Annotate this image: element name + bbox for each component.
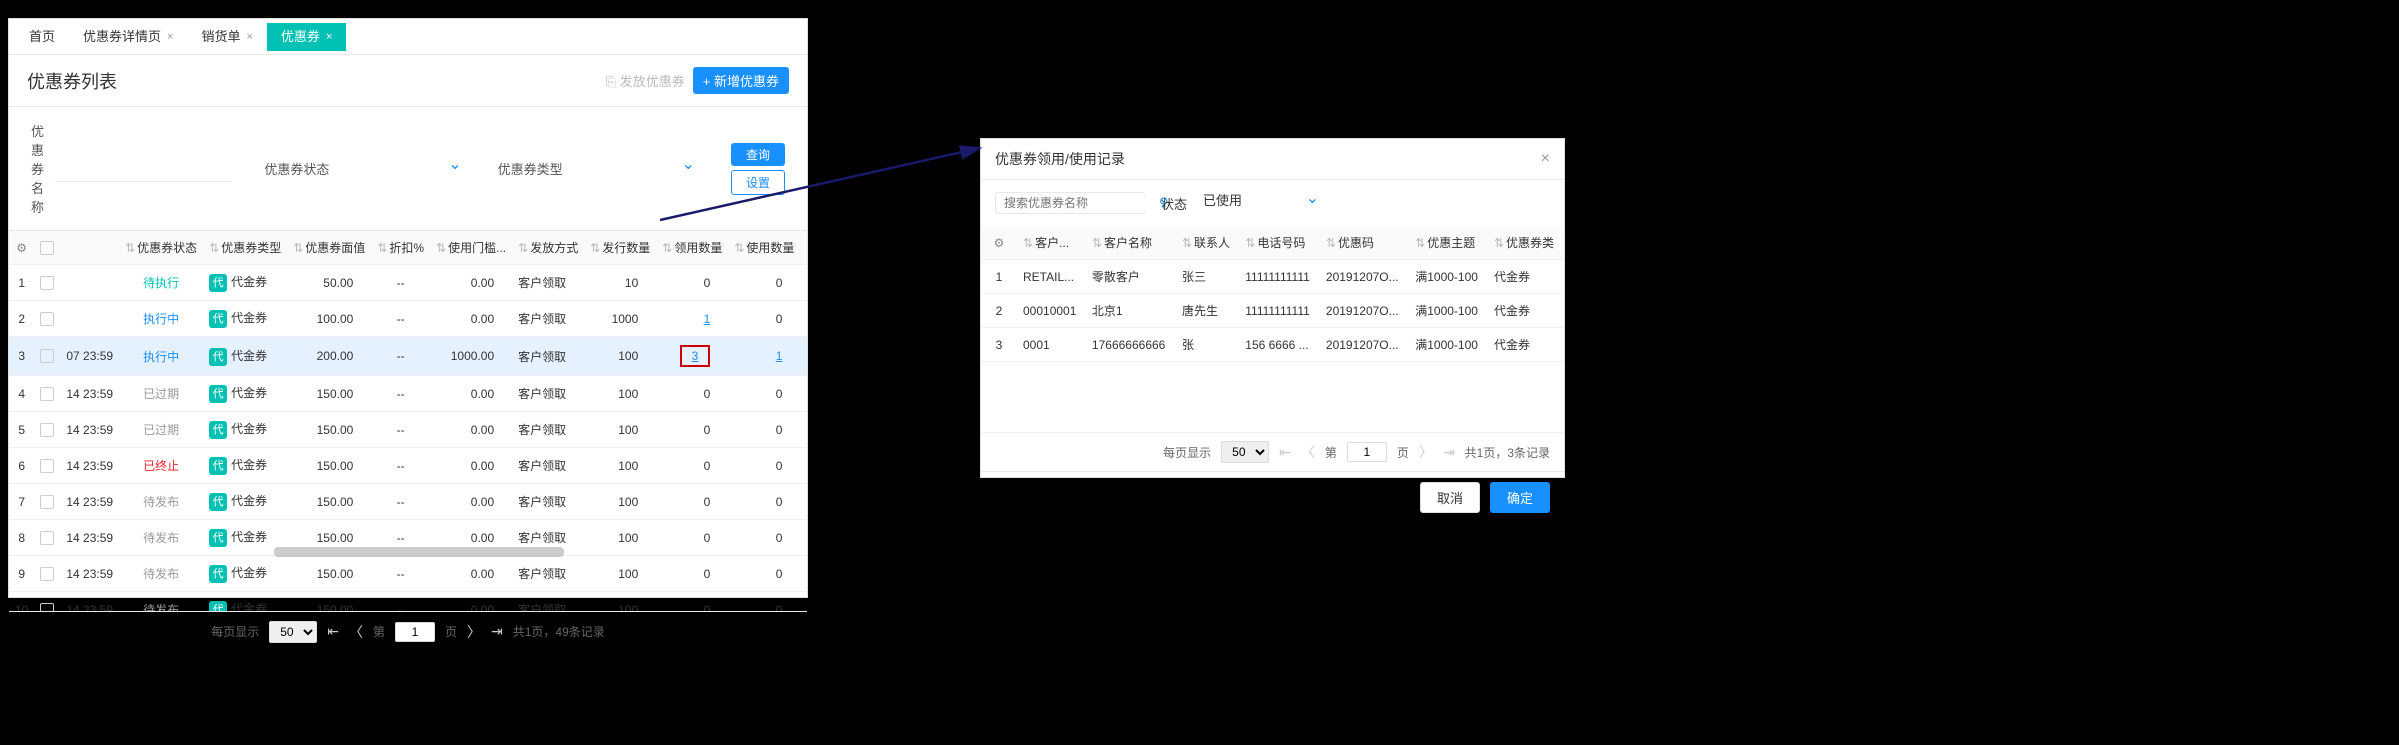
page-input[interactable] xyxy=(395,622,435,642)
dialog-title: 优惠券领用/使用记录 xyxy=(995,149,1125,169)
gear-icon[interactable]: ⚙ xyxy=(9,231,34,265)
claimed-link[interactable]: 3 xyxy=(692,349,699,363)
dlg-total: 共1页，3条记录 xyxy=(1465,444,1550,461)
dlg-last-button[interactable]: ⇥ xyxy=(1443,444,1455,461)
close-icon[interactable]: × xyxy=(326,23,332,51)
dlg-first-button[interactable]: ⇤ xyxy=(1279,444,1291,461)
dlg-status-label: 状态 xyxy=(1161,194,1187,213)
table-row[interactable]: 1待执行代代金券50.00--0.00客户领取1000⎋▦ xyxy=(9,265,807,301)
dlg-column-header[interactable]: ⇅客户名称 xyxy=(1086,226,1176,260)
page-title: 优惠券列表 xyxy=(27,68,117,94)
dlg-row[interactable]: 3000117666666666张156 6666 ...20191207O..… xyxy=(981,328,1564,362)
usage-record-dialog: 优惠券领用/使用记录 × ⚲ 状态 已使用 ⚙⇅客户...⇅客户名称⇅联系人⇅电… xyxy=(980,138,1565,478)
dlg-status-select[interactable]: 已使用 xyxy=(1203,190,1323,216)
column-header[interactable]: ⇅优惠券面值 xyxy=(287,231,371,265)
horizontal-scrollbar[interactable] xyxy=(274,547,564,557)
pagination: 每页显示 50 ⇤ 〈 第 页 〉 ⇥ 共1页，49条记录 xyxy=(9,611,807,651)
column-header[interactable]: ⇅操作 xyxy=(800,231,807,265)
filter-type-label: 优惠券类型 xyxy=(498,159,563,178)
filter-bar: 优惠券名称 优惠券状态 优惠券类型 查询 设置 xyxy=(9,107,807,231)
type-select[interactable] xyxy=(573,156,699,182)
table-row[interactable]: 914 23:59待发布代代金券150.00--0.00客户领取10000⎋▦ xyxy=(9,556,807,592)
column-header[interactable]: ⇅优惠券类型 xyxy=(203,231,287,265)
row-checkbox[interactable] xyxy=(40,387,54,401)
row-checkbox[interactable] xyxy=(40,423,54,437)
claimed-link[interactable]: 1 xyxy=(704,312,711,326)
per-page-label: 每页显示 xyxy=(211,623,259,640)
dlg-column-header[interactable]: ⇅优惠券类 xyxy=(1488,226,1564,260)
dlg-row[interactable]: 200010001北京1唐先生1111111111120191207O...满1… xyxy=(981,294,1564,328)
title-bar: 优惠券列表 ⎘ 发放优惠券 + 新增优惠券 xyxy=(9,55,807,107)
tab-sales[interactable]: 销货单× xyxy=(187,23,266,51)
next-page-button[interactable]: 〉 xyxy=(467,622,481,642)
dlg-prev-button[interactable]: 〈 xyxy=(1301,442,1315,462)
row-checkbox[interactable] xyxy=(40,603,54,611)
dlg-page-input[interactable] xyxy=(1347,442,1387,462)
table-row[interactable]: 514 23:59已过期代代金券150.00--0.00客户领取10000⎋▦ xyxy=(9,412,807,448)
tab-bar: 首页 优惠券详情页× 销货单× 优惠券× xyxy=(9,19,807,55)
first-page-button[interactable]: ⇤ xyxy=(327,623,339,640)
dlg-row[interactable]: 1RETAIL...零散客户张三1111111111120191207O...满… xyxy=(981,260,1564,294)
status-select[interactable] xyxy=(339,156,465,182)
coupon-name-input[interactable] xyxy=(55,156,232,182)
dlg-per-select[interactable]: 50 xyxy=(1221,441,1269,463)
close-icon[interactable]: × xyxy=(1541,150,1550,168)
row-checkbox[interactable] xyxy=(40,312,54,326)
row-checkbox[interactable] xyxy=(40,349,54,363)
column-header[interactable]: ⇅使用数量 xyxy=(728,231,800,265)
dialog-pagination: 每页显示 50 ⇤ 〈 第 页 〉 ⇥ 共1页，3条记录 xyxy=(981,432,1564,471)
dlg-column-header[interactable]: ⇅电话号码 xyxy=(1239,226,1320,260)
last-page-button[interactable]: ⇥ xyxy=(491,623,503,640)
tab-detail[interactable]: 优惠券详情页× xyxy=(69,23,187,51)
tab-home[interactable]: 首页 xyxy=(15,23,69,51)
dlg-column-header[interactable]: ⇅优惠主题 xyxy=(1409,226,1488,260)
row-checkbox[interactable] xyxy=(40,567,54,581)
dlg-next-button[interactable]: 〉 xyxy=(1419,442,1433,462)
table-row[interactable]: 2执行中代代金券100.00--0.00客户领取100010⎋▦ xyxy=(9,301,807,337)
column-header[interactable]: ⇅折扣% xyxy=(371,231,430,265)
close-icon[interactable]: × xyxy=(167,23,173,51)
tab-coupon[interactable]: 优惠券× xyxy=(267,23,346,51)
close-icon[interactable]: × xyxy=(246,23,252,51)
gear-icon[interactable]: ⚙ xyxy=(981,226,1017,260)
page-total: 共1页，49条记录 xyxy=(513,623,605,640)
cancel-button[interactable]: 取消 xyxy=(1420,482,1480,513)
used-link[interactable]: 1 xyxy=(776,349,783,363)
column-header[interactable]: ⇅使用门槛... xyxy=(430,231,512,265)
issue-coupon-button[interactable]: ⎘ 发放优惠券 xyxy=(606,71,685,90)
ok-button[interactable]: 确定 xyxy=(1490,482,1550,513)
table-row[interactable]: 714 23:59待发布代代金券150.00--0.00客户领取10000⎋▦ xyxy=(9,484,807,520)
filter-name-label: 优惠券名称 xyxy=(31,121,45,216)
column-header[interactable]: ⇅领用数量 xyxy=(656,231,728,265)
column-header[interactable]: ⇅发行数量 xyxy=(584,231,656,265)
filter-status-label: 优惠券状态 xyxy=(264,159,329,178)
column-header[interactable]: ⇅发放方式 xyxy=(512,231,584,265)
table-row[interactable]: 1014 23:59待发布代代金券150.00--0.00客户领取10000⎋▦ xyxy=(9,592,807,612)
dlg-column-header[interactable]: ⇅客户... xyxy=(1017,226,1086,260)
search-input-wrap: ⚲ xyxy=(995,192,1145,214)
row-checkbox[interactable] xyxy=(40,531,54,545)
search-input[interactable] xyxy=(1004,196,1159,210)
add-coupon-button[interactable]: + 新增优惠券 xyxy=(693,67,789,94)
row-checkbox[interactable] xyxy=(40,276,54,290)
prev-page-button[interactable]: 〈 xyxy=(349,622,363,642)
coupon-list-panel: 首页 优惠券详情页× 销货单× 优惠券× 优惠券列表 ⎘ 发放优惠券 + 新增优… xyxy=(8,18,808,598)
column-header[interactable]: ⇅优惠券状态 xyxy=(119,231,203,265)
checkbox-all[interactable] xyxy=(40,241,54,255)
table-row[interactable]: 307 23:59执行中代代金券200.00--1000.00客户领取10031… xyxy=(9,337,807,376)
table-row[interactable]: 614 23:59已终止代代金券150.00--0.00客户领取10000⎋▦ xyxy=(9,448,807,484)
table-row[interactable]: 414 23:59已过期代代金券150.00--0.00客户领取10000⎋▦ xyxy=(9,376,807,412)
dlg-column-header[interactable]: ⇅联系人 xyxy=(1176,226,1239,260)
row-checkbox[interactable] xyxy=(40,459,54,473)
settings-button[interactable]: 设置 xyxy=(731,170,785,195)
row-checkbox[interactable] xyxy=(40,495,54,509)
dlg-column-header[interactable]: ⇅优惠码 xyxy=(1320,226,1409,260)
per-page-select[interactable]: 50 xyxy=(269,621,317,643)
search-button[interactable]: 查询 xyxy=(731,143,785,166)
